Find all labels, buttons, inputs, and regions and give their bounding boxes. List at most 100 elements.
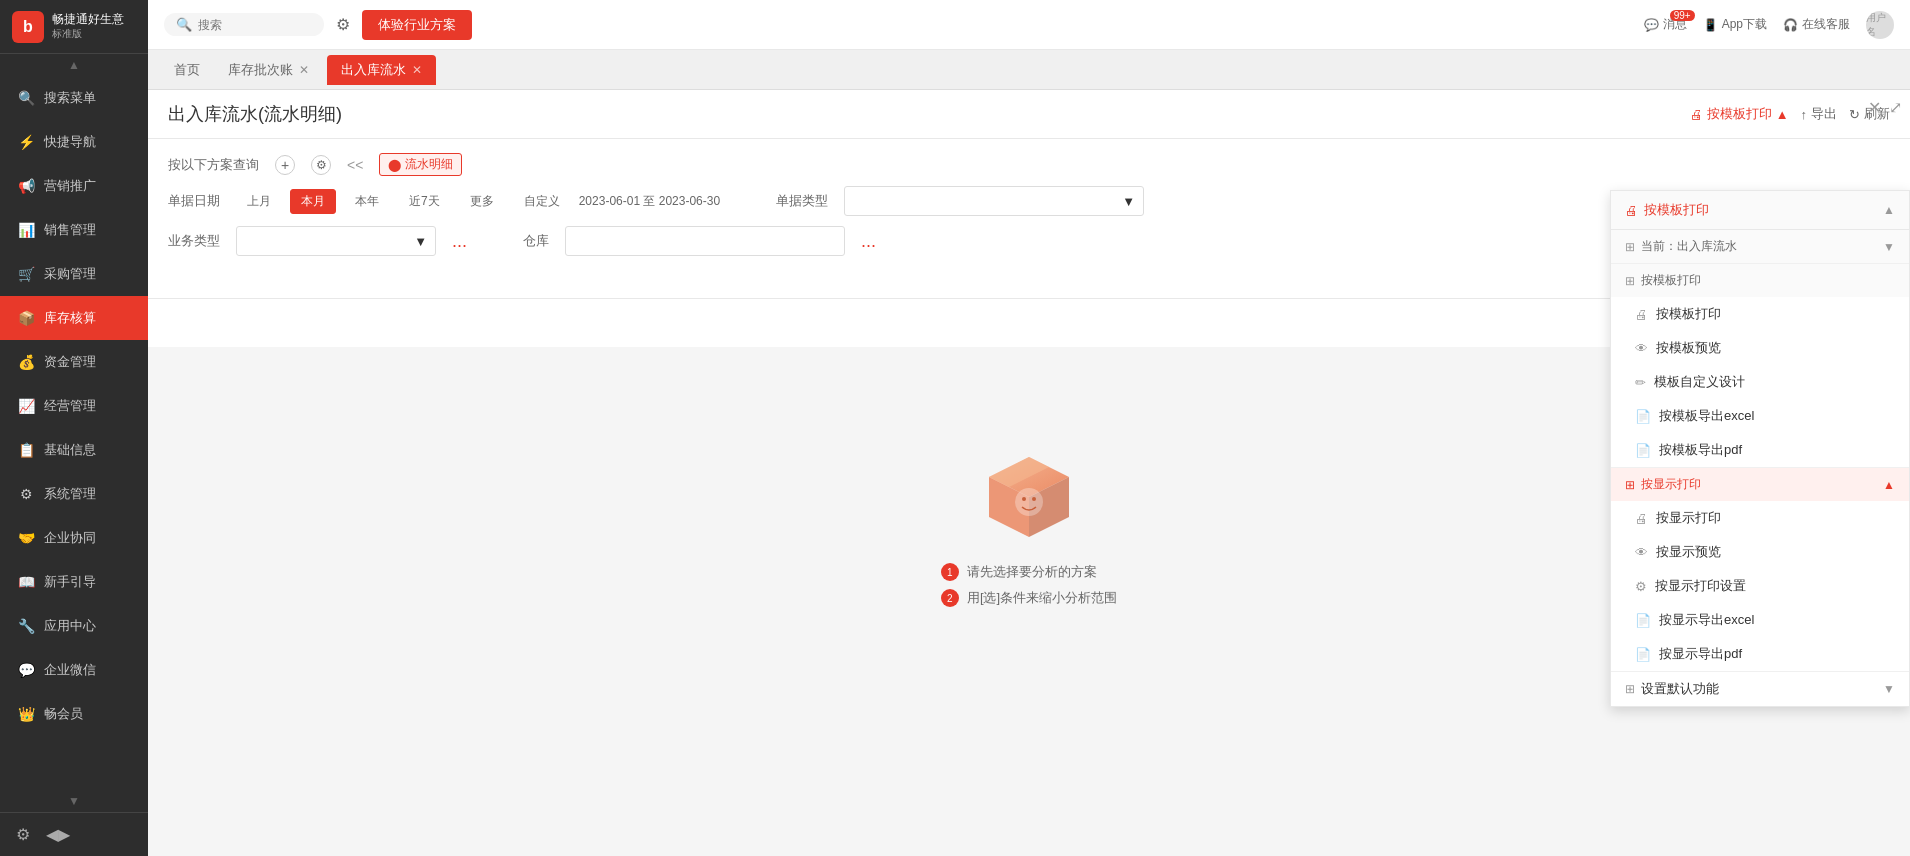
- empty-state: 1 请先选择要分析的方案 2 用[选]条件来缩小分析范围: [941, 347, 1117, 695]
- export-btn[interactable]: ↑ 导出: [1801, 105, 1838, 123]
- set-default-row[interactable]: ⊞ 设置默认功能 ▼: [1611, 672, 1909, 706]
- topbar: 🔍 ⚙ 体验行业方案 💬 消息 99+ 📱 App下载 🎧 在线客服 用户名: [148, 0, 1910, 50]
- dropdown-current-icon: ⊞: [1625, 240, 1635, 254]
- online-service-action[interactable]: 🎧 在线客服: [1783, 16, 1850, 33]
- template-custom-item[interactable]: ✏ 模板自定义设计: [1611, 365, 1909, 399]
- display-preview-item[interactable]: 👁 按显示预览: [1611, 535, 1909, 569]
- tab-home-label: 首页: [174, 61, 200, 79]
- filter-section-label: 按以下方案查询: [168, 156, 259, 174]
- printer-icon: 🖨: [1690, 107, 1703, 122]
- sidebar-item-marketing[interactable]: 📢 营销推广: [0, 164, 148, 208]
- template-preview-item[interactable]: 👁 按模板预览: [1611, 331, 1909, 365]
- sidebar-item-finance-label: 资金管理: [44, 353, 96, 371]
- tab-in-out-flow[interactable]: 出入库流水 ✕: [327, 55, 436, 85]
- display-export-pdf-item[interactable]: 📄 按显示导出pdf: [1611, 637, 1909, 671]
- display-pdf-icon: 📄: [1635, 647, 1651, 662]
- voucher-type-select[interactable]: ▼: [844, 186, 1144, 216]
- plus-icon: +: [281, 157, 289, 173]
- sidebar-scroll-down[interactable]: ▼: [66, 792, 82, 810]
- display-export-excel-item[interactable]: 📄 按显示导出excel: [1611, 603, 1909, 637]
- settings-small-icon: ⚙: [316, 158, 327, 172]
- dropdown-collapse-icon[interactable]: ▲: [1883, 203, 1895, 217]
- sidebar-item-system[interactable]: ⚙ 系统管理: [0, 472, 148, 516]
- date-range-display: 2023-06-01 至 2023-06-30: [579, 193, 720, 210]
- date-btn-7days[interactable]: 近7天: [398, 189, 451, 214]
- app-download-action[interactable]: 📱 App下载: [1703, 16, 1767, 33]
- sidebar-item-wechat[interactable]: 💬 企业微信: [0, 648, 148, 692]
- display-print-section: ⊞ 按显示打印 ▲ 🖨 按显示打印 👁 按显示预览 ⚙ 按显示打印设置: [1611, 468, 1909, 672]
- display-excel-icon: 📄: [1635, 613, 1651, 628]
- topbar-search-input[interactable]: [198, 18, 298, 32]
- sidebar-item-sales-label: 销售管理: [44, 221, 96, 239]
- tab-home[interactable]: 首页: [164, 55, 210, 85]
- sidebar-item-guide[interactable]: 📖 新手引导: [0, 560, 148, 604]
- sidebar-item-member[interactable]: 👑 畅会员: [0, 692, 148, 736]
- sidebar-item-basic[interactable]: 📋 基础信息: [0, 428, 148, 472]
- topbar-search-box[interactable]: 🔍: [164, 13, 324, 36]
- template-pdf-icon: 📄: [1635, 443, 1651, 458]
- business-type-more[interactable]: ...: [452, 231, 467, 252]
- date-btn-this-month[interactable]: 本月: [290, 189, 336, 214]
- svg-point-5: [1022, 497, 1026, 501]
- date-btn-custom[interactable]: 自定义: [513, 189, 571, 214]
- tag-dot-icon: ⬤: [388, 158, 401, 172]
- window-expand-btn[interactable]: ⤢: [1889, 98, 1902, 117]
- sidebar-item-enterprise-label: 企业协同: [44, 529, 96, 547]
- dropdown-header-label-group: 🖨 按模板打印: [1625, 201, 1709, 219]
- sidebar-item-wechat-label: 企业微信: [44, 661, 96, 679]
- tab-batch-account[interactable]: 库存批次账 ✕: [214, 55, 323, 85]
- warehouse-select[interactable]: [565, 226, 845, 256]
- set-default-label: 设置默认功能: [1641, 680, 1719, 698]
- warehouse-more[interactable]: ...: [861, 231, 876, 252]
- display-print-settings-item[interactable]: ⚙ 按显示打印设置: [1611, 569, 1909, 603]
- template-section-label: 按模板打印: [1641, 272, 1701, 289]
- print-template-btn[interactable]: 🖨 按模板打印 ▲: [1690, 105, 1789, 123]
- member-icon: 👑: [16, 704, 36, 724]
- empty-illustration: [969, 427, 1089, 547]
- sidebar-item-quicknav[interactable]: ⚡ 快捷导航: [0, 120, 148, 164]
- display-section-label: 按显示打印: [1641, 476, 1701, 493]
- sidebar-item-finance[interactable]: 💰 资金管理: [0, 340, 148, 384]
- trial-button[interactable]: 体验行业方案: [362, 10, 472, 40]
- filter-tag-liushui[interactable]: ⬤ 流水明细: [379, 153, 462, 176]
- sidebar-collapse-icon[interactable]: ◀▶: [46, 825, 70, 844]
- voucher-type-arrow: ▼: [1122, 194, 1135, 209]
- tab-batch-account-close[interactable]: ✕: [299, 63, 309, 77]
- message-action[interactable]: 💬 消息 99+: [1644, 16, 1687, 33]
- set-default-icon: ⊞: [1625, 682, 1635, 696]
- display-settings-icon: ⚙: [1635, 579, 1647, 594]
- template-export-pdf-item[interactable]: 📄 按模板导出pdf: [1611, 433, 1909, 467]
- sidebar-item-inventory[interactable]: 📦 库存核算: [0, 296, 148, 340]
- sidebar-scroll-up[interactable]: ▲: [66, 56, 82, 74]
- business-type-select[interactable]: ▼: [236, 226, 436, 256]
- sidebar-settings-icon[interactable]: ⚙: [16, 825, 30, 844]
- template-print-item[interactable]: 🖨 按模板打印: [1611, 297, 1909, 331]
- filter-row-scheme: 按以下方案查询 + ⚙ << ⬤ 流水明细: [168, 153, 1890, 176]
- date-btn-more[interactable]: 更多: [459, 189, 505, 214]
- template-export-excel-item[interactable]: 📄 按模板导出excel: [1611, 399, 1909, 433]
- sidebar-item-sales[interactable]: 📊 销售管理: [0, 208, 148, 252]
- main-area: 🔍 ⚙ 体验行业方案 💬 消息 99+ 📱 App下载 🎧 在线客服 用户名: [148, 0, 1910, 856]
- date-btn-this-year[interactable]: 本年: [344, 189, 390, 214]
- topbar-gear-icon[interactable]: ⚙: [336, 15, 350, 34]
- dropdown-current-selection[interactable]: ⊞ 当前：出入库流水 ▼: [1611, 230, 1909, 264]
- template-section-icon: ⊞: [1625, 274, 1635, 288]
- tab-in-out-flow-close[interactable]: ✕: [412, 63, 422, 77]
- display-section-arrow[interactable]: ▲: [1883, 478, 1895, 492]
- display-print-item[interactable]: 🖨 按显示打印: [1611, 501, 1909, 535]
- logo-text-group: 畅捷通好生意 标准版: [52, 12, 124, 42]
- sidebar-item-enterprise[interactable]: 🤝 企业协同: [0, 516, 148, 560]
- filter-add-btn[interactable]: +: [275, 155, 295, 175]
- sidebar-footer: ⚙ ◀▶: [0, 812, 148, 856]
- user-avatar[interactable]: 用户名: [1866, 11, 1894, 39]
- step-1-num: 1: [941, 563, 959, 581]
- sidebar-item-purchase[interactable]: 🛒 采购管理: [0, 252, 148, 296]
- date-btn-last-month[interactable]: 上月: [236, 189, 282, 214]
- filter-collapse-btn[interactable]: <<: [347, 157, 363, 173]
- sidebar-item-operation[interactable]: 📈 经营管理: [0, 384, 148, 428]
- filter-settings-btn[interactable]: ⚙: [311, 155, 331, 175]
- sidebar-item-appcenter[interactable]: 🔧 应用中心: [0, 604, 148, 648]
- window-close-btn[interactable]: ✕: [1868, 98, 1881, 117]
- step-2-num: 2: [941, 589, 959, 607]
- sidebar-item-search[interactable]: 🔍 搜索菜单: [0, 76, 148, 120]
